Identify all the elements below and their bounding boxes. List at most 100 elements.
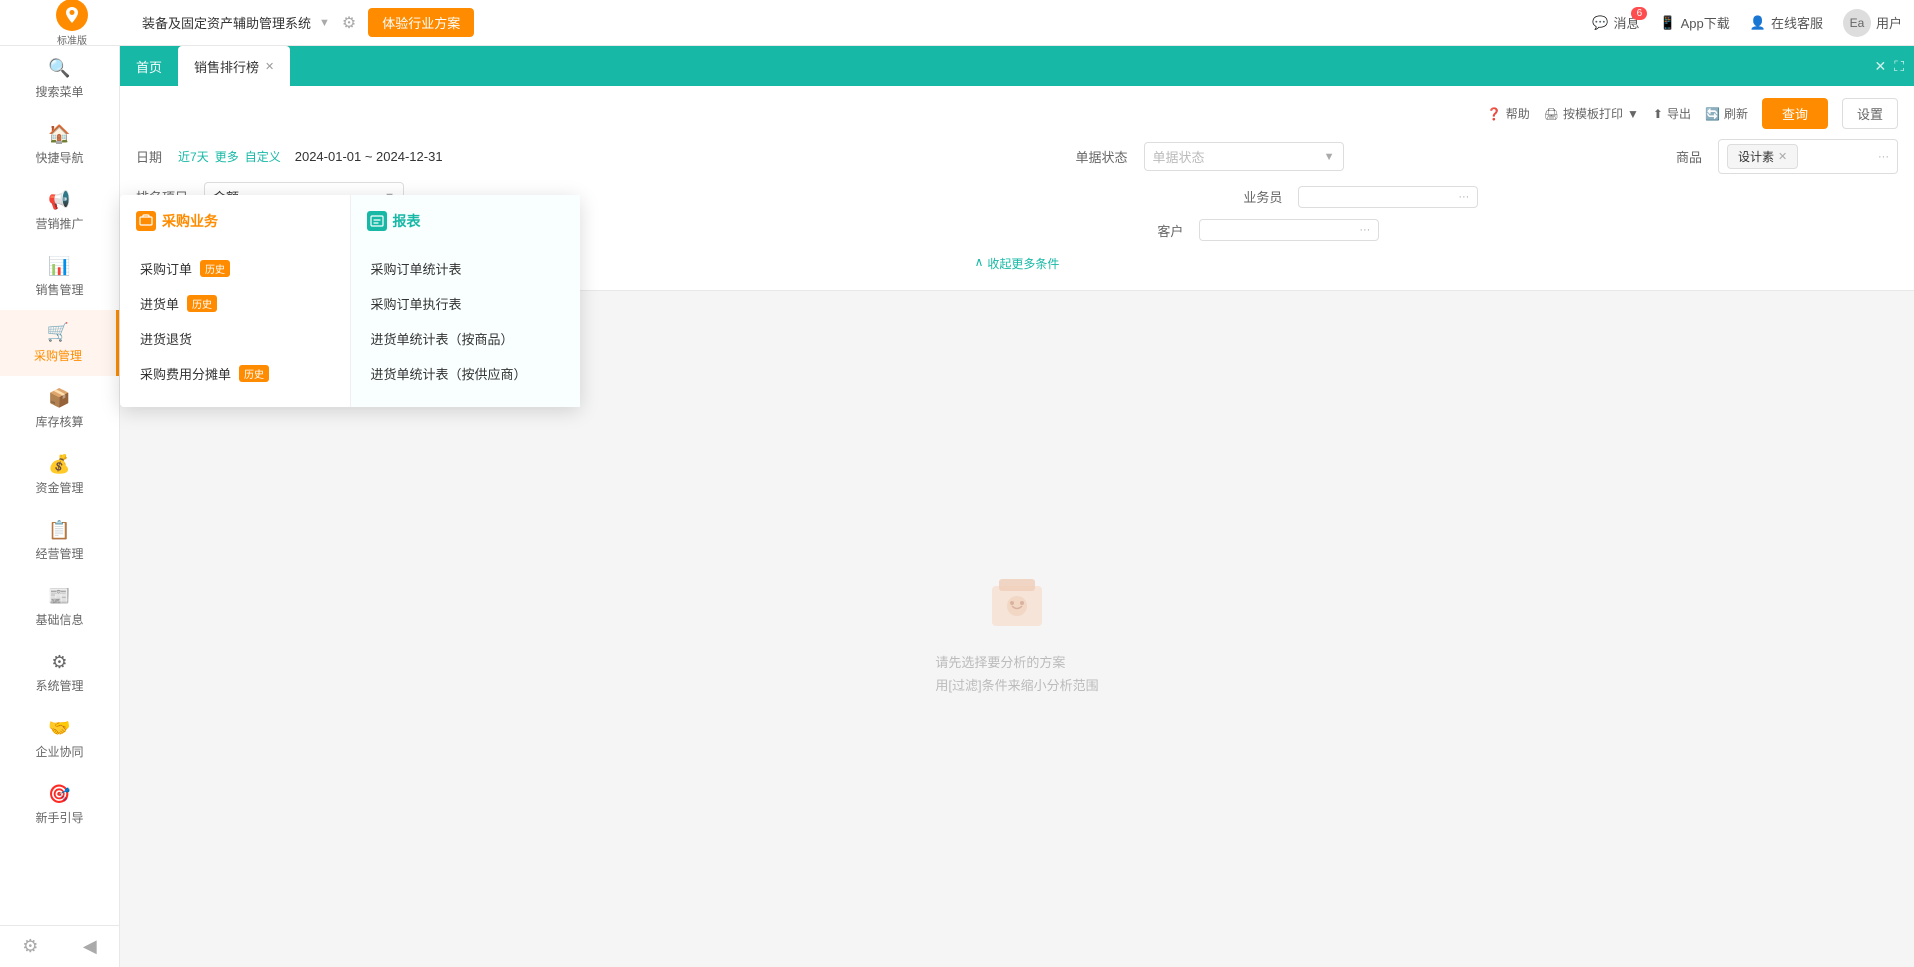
sidebar-item-collab[interactable]: 🤝 企业协同 bbox=[0, 706, 119, 772]
tab-bar-maximize-icon[interactable]: ⛶ bbox=[1894, 58, 1904, 75]
print-action[interactable]: 🖨 按模板打印 ▼ bbox=[1544, 105, 1639, 122]
tab-sales-rank[interactable]: 销售排行榜 ✕ bbox=[178, 46, 290, 86]
settings-button[interactable]: 设置 bbox=[1842, 98, 1898, 129]
header-settings-icon[interactable]: ⚙ bbox=[342, 13, 356, 33]
empty-text: 请先选择要分析的方案 用[过滤]条件来缩小分析范围 bbox=[935, 651, 1098, 698]
sidebar-item-operation[interactable]: 📋 经营管理 bbox=[0, 508, 119, 574]
history-badge-goods-receipt: 历史 bbox=[187, 295, 217, 312]
app-download-action[interactable]: 📱 App下载 bbox=[1659, 13, 1729, 32]
system-icon: ⚙ bbox=[51, 652, 67, 673]
goods-more-dots[interactable]: ··· bbox=[1878, 151, 1889, 163]
menu-item-goods-receipt-label: 进货单 bbox=[140, 294, 179, 313]
report-title-icon bbox=[367, 211, 387, 231]
sidebar-item-label-collab: 企业协同 bbox=[35, 743, 83, 760]
refresh-action[interactable]: 🔄 刷新 bbox=[1705, 105, 1748, 122]
system-title: 装备及固定资产辅助管理系统 bbox=[142, 13, 311, 32]
user-avatar: Ea bbox=[1843, 9, 1871, 37]
sidebar-item-label-inventory: 库存核算 bbox=[35, 413, 83, 430]
sidebar-item-sales[interactable]: 📊 销售管理 bbox=[0, 244, 119, 310]
sidebar-item-search[interactable]: 🔍 搜索菜单 bbox=[0, 46, 119, 112]
report-section-title: 报表 bbox=[367, 211, 565, 239]
customer-more-dots[interactable]: ··· bbox=[1359, 224, 1370, 236]
message-action[interactable]: 💬 消息 6 bbox=[1592, 13, 1639, 32]
sidebar-item-label-search: 搜索菜单 bbox=[35, 83, 83, 100]
bottom-settings-icon[interactable]: ⚙ bbox=[22, 936, 38, 957]
menu-item-purchase-order-label: 采购订单 bbox=[140, 259, 192, 278]
online-service-action[interactable]: 👤 在线客服 bbox=[1750, 13, 1823, 32]
home-icon: 🏠 bbox=[48, 124, 70, 145]
salesperson-label: 业务员 bbox=[1243, 187, 1282, 206]
collapse-icon: ∧ bbox=[975, 255, 984, 272]
sidebar-item-purchase[interactable]: 🛒 采购管理 bbox=[0, 310, 119, 376]
sidebar-item-label-basic: 基础信息 bbox=[35, 611, 83, 628]
menu-item-purchase-order-exec[interactable]: 采购订单执行表 bbox=[367, 286, 565, 321]
app-download-label: App下载 bbox=[1681, 13, 1730, 32]
empty-line1: 请先选择要分析的方案 bbox=[935, 651, 1098, 674]
date-range-value: 2024-01-01 ~ 2024-12-31 bbox=[295, 149, 443, 164]
tab-bar-close-icon[interactable]: ✕ bbox=[1874, 58, 1886, 75]
doc-status-select[interactable]: 单据状态 ▼ bbox=[1144, 142, 1344, 171]
bottom-collapse-icon[interactable]: ◀ bbox=[83, 936, 97, 957]
sidebar-item-nav[interactable]: 🏠 快捷导航 bbox=[0, 112, 119, 178]
marketing-icon: 📢 bbox=[48, 190, 70, 211]
operation-icon: 📋 bbox=[48, 520, 70, 541]
goods-tag-value: 设计素 bbox=[1738, 148, 1774, 165]
menu-item-purchase-order[interactable]: 采购订单 历史 bbox=[136, 251, 334, 286]
menu-item-goods-return[interactable]: 进货退货 bbox=[136, 321, 334, 356]
user-action[interactable]: Ea 用户 bbox=[1843, 9, 1902, 37]
header-right: 💬 消息 6 📱 App下载 👤 在线客服 Ea 用户 bbox=[1592, 9, 1902, 37]
sidebar-item-finance[interactable]: 💰 资金管理 bbox=[0, 442, 119, 508]
tab-home[interactable]: 首页 bbox=[120, 46, 178, 86]
service-icon: 👤 bbox=[1750, 15, 1766, 31]
salesperson-more-dots[interactable]: ··· bbox=[1458, 191, 1469, 203]
date-range: 近7天 更多 自定义 2024-01-01 ~ 2024-12-31 bbox=[178, 148, 443, 165]
goods-tag-close[interactable]: ✕ bbox=[1778, 150, 1787, 163]
sales-icon: 📊 bbox=[48, 256, 70, 277]
tab-home-label: 首页 bbox=[136, 57, 162, 76]
empty-line2: 用[过滤]条件来缩小分析范围 bbox=[935, 674, 1098, 697]
title-dropdown-icon[interactable]: ▼ bbox=[319, 17, 330, 29]
purchase-dropdown-menu: 采购业务 采购订单 历史 进货单 历史 进货退货 采购费用分摊单 历史 报表 bbox=[120, 195, 580, 407]
message-icon: 💬 bbox=[1592, 15, 1608, 31]
date-shortcut-7d[interactable]: 近7天 bbox=[178, 148, 209, 165]
logo-area: 标准版 bbox=[12, 0, 132, 47]
goods-input[interactable]: 设计素 ✕ ··· bbox=[1718, 139, 1898, 174]
menu-item-purchase-order-stat[interactable]: 采购订单统计表 bbox=[367, 251, 565, 286]
sidebar-item-basic[interactable]: 📰 基础信息 bbox=[0, 574, 119, 640]
help-action[interactable]: ❓ 帮助 bbox=[1487, 105, 1530, 122]
customer-input[interactable]: ··· bbox=[1199, 219, 1379, 241]
salesperson-input[interactable]: ··· bbox=[1298, 186, 1478, 208]
purchase-title-icon bbox=[136, 211, 156, 231]
collab-icon: 🤝 bbox=[48, 718, 70, 739]
basic-icon: 📰 bbox=[48, 586, 70, 607]
menu-item-goods-receipt-stat-goods[interactable]: 进货单统计表（按商品） bbox=[367, 321, 565, 356]
purchase-business-section: 采购业务 采购订单 历史 进货单 历史 进货退货 采购费用分摊单 历史 bbox=[120, 195, 351, 407]
collapse-text: 收起更多条件 bbox=[987, 255, 1059, 272]
inventory-icon: 📦 bbox=[48, 388, 70, 409]
print-icon: 🖨 bbox=[1544, 107, 1559, 121]
industry-button[interactable]: 体验行业方案 bbox=[368, 8, 474, 37]
menu-item-goods-receipt-stat-goods-label: 进货单统计表（按商品） bbox=[371, 329, 514, 348]
date-shortcut-more[interactable]: 更多 bbox=[215, 148, 239, 165]
sidebar-item-label-nav: 快捷导航 bbox=[35, 149, 83, 166]
sidebar-item-guide[interactable]: 🎯 新手引导 bbox=[0, 772, 119, 838]
query-button[interactable]: 查询 bbox=[1762, 98, 1828, 129]
customer-label: 客户 bbox=[1157, 221, 1183, 240]
sidebar-item-system[interactable]: ⚙ 系统管理 bbox=[0, 640, 119, 706]
date-shortcut-custom[interactable]: 自定义 bbox=[245, 148, 281, 165]
menu-item-purchase-expense[interactable]: 采购费用分摊单 历史 bbox=[136, 356, 334, 391]
help-label: 帮助 bbox=[1506, 105, 1530, 122]
sidebar-item-marketing[interactable]: 📢 营销推广 bbox=[0, 178, 119, 244]
online-service-label: 在线客服 bbox=[1771, 13, 1823, 32]
sidebar-item-label-marketing: 营销推广 bbox=[35, 215, 83, 232]
sidebar-item-inventory[interactable]: 📦 库存核算 bbox=[0, 376, 119, 442]
menu-item-goods-receipt-stat-supplier[interactable]: 进货单统计表（按供应商） bbox=[367, 356, 565, 391]
menu-item-goods-return-label: 进货退货 bbox=[140, 329, 192, 348]
export-action[interactable]: ⬆ 导出 bbox=[1653, 105, 1691, 122]
message-badge: 6 bbox=[1631, 7, 1647, 20]
tab-close-icon[interactable]: ✕ bbox=[265, 60, 274, 73]
system-title-area: 装备及固定资产辅助管理系统 ▼ ⚙ bbox=[142, 13, 356, 33]
history-badge-purchase-order: 历史 bbox=[200, 260, 230, 277]
menu-item-goods-receipt[interactable]: 进货单 历史 bbox=[136, 286, 334, 321]
sidebar-bottom: ⚙ ◀ bbox=[0, 925, 119, 967]
